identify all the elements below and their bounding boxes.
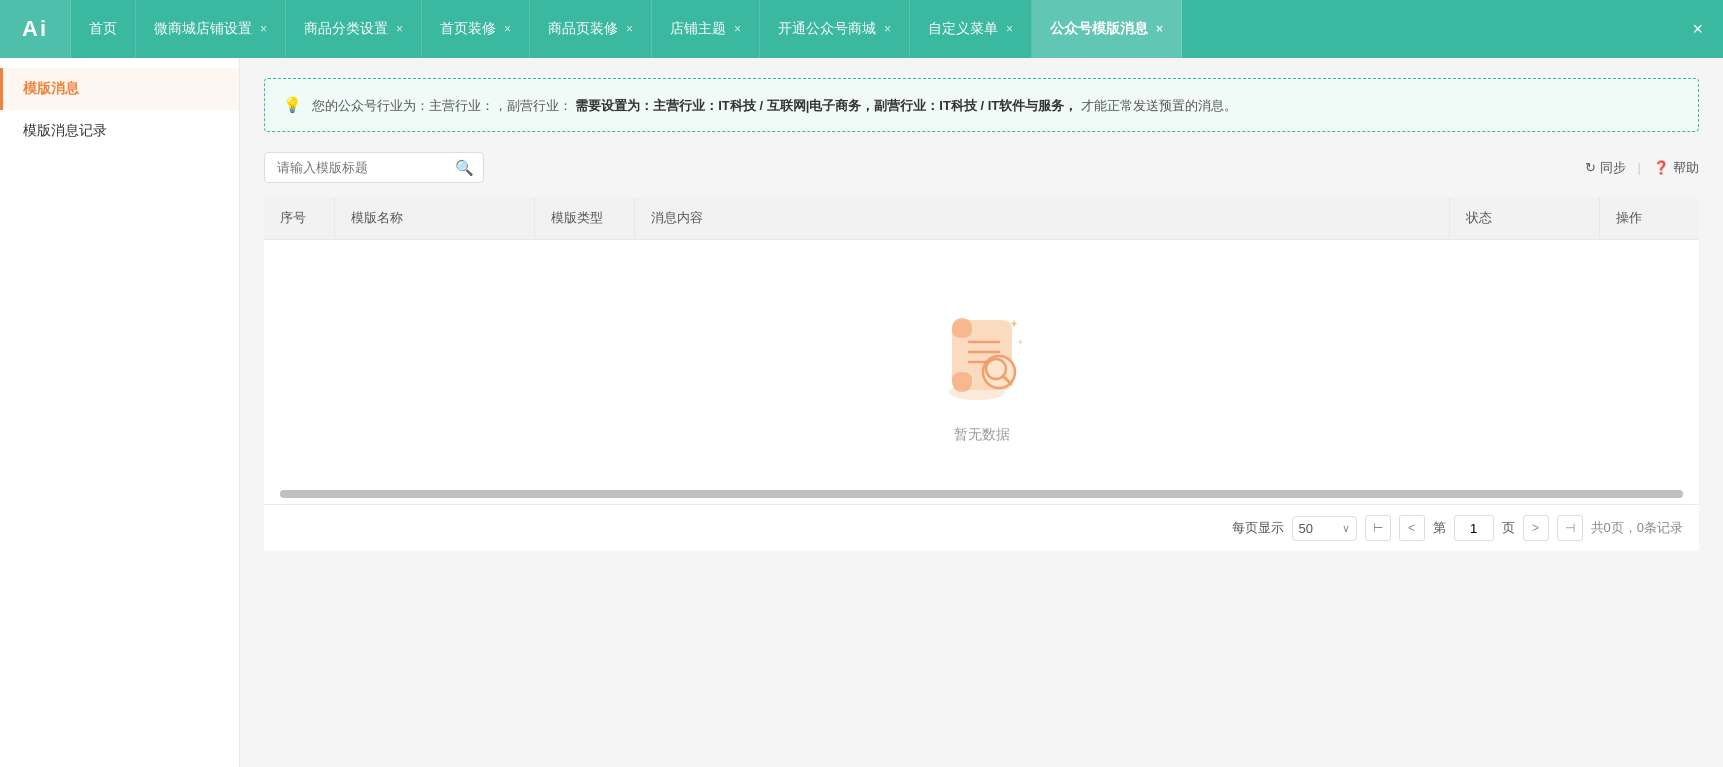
nav-item-product-decoration[interactable]: 商品页装修 × [530, 0, 652, 58]
notice-suffix: 才能正常发送预置的消息。 [1081, 98, 1237, 113]
close-icon[interactable]: × [1156, 22, 1163, 36]
help-button[interactable]: ❓ 帮助 [1653, 159, 1699, 177]
last-page-button[interactable]: ⊣ [1557, 515, 1583, 541]
page-label-post: 页 [1502, 519, 1515, 537]
scrollbar-thumb[interactable] [280, 490, 1683, 498]
search-bar-left: 🔍 [264, 152, 484, 183]
close-icon[interactable]: × [396, 22, 403, 36]
nav-item-store-settings[interactable]: 微商城店铺设置 × [136, 0, 286, 58]
table-header-row: 序号 模版名称 模版类型 消息内容 状态 操作 [264, 197, 1699, 240]
chevron-down-icon: ∨ [1342, 522, 1350, 535]
notice-box: 💡 您的公众号行业为：主营行业：，副营行业： 需要设置为：主营行业：IT科技 /… [264, 78, 1699, 132]
close-icon[interactable]: × [1006, 22, 1013, 36]
page-size-value: 50 [1299, 521, 1313, 536]
notice-highlight: 需要设置为：主营行业：IT科技 / 互联网|电子商务，副营行业：IT科技 / I… [575, 98, 1077, 113]
close-icon[interactable]: × [884, 22, 891, 36]
page-size-select[interactable]: 50 ∨ [1292, 516, 1357, 541]
close-all-button[interactable]: × [1672, 19, 1723, 40]
search-bar: 🔍 ↻ 同步 | ❓ 帮助 [264, 152, 1699, 183]
close-icon[interactable]: × [260, 22, 267, 36]
nav-item-open-mall[interactable]: 开通公众号商城 × [760, 0, 910, 58]
main-layout: 模版消息 模版消息记录 💡 您的公众号行业为：主营行业：，副营行业： 需要设置为… [0, 58, 1723, 767]
search-input-wrapper: 🔍 [264, 152, 484, 183]
col-header-type: 模版类型 [534, 197, 634, 240]
col-header-status: 状态 [1449, 197, 1599, 240]
pagination: 每页显示 50 ∨ ⊢ < 第 页 > ⊣ 共0页，0条记录 [264, 504, 1699, 551]
col-header-content: 消息内容 [634, 197, 1449, 240]
search-icon[interactable]: 🔍 [455, 159, 474, 177]
nav-item-template-msg[interactable]: 公众号模版消息 × [1032, 0, 1182, 58]
empty-state: ✦ ✦ 暂无数据 [264, 240, 1699, 484]
search-input[interactable] [264, 152, 484, 183]
page-number-input[interactable] [1454, 515, 1494, 541]
close-icon[interactable]: × [504, 22, 511, 36]
sync-icon: ↻ [1585, 160, 1596, 175]
divider: | [1638, 160, 1641, 175]
table-wrapper: 序号 模版名称 模版类型 消息内容 状态 操作 [264, 197, 1699, 551]
search-bar-right: ↻ 同步 | ❓ 帮助 [1585, 159, 1699, 177]
next-page-button[interactable]: > [1523, 515, 1549, 541]
empty-text: 暂无数据 [954, 426, 1010, 444]
sidebar-item-template-msg-record[interactable]: 模版消息记录 [0, 110, 239, 152]
close-icon[interactable]: × [626, 22, 633, 36]
nav-item-custom-menu[interactable]: 自定义菜单 × [910, 0, 1032, 58]
col-header-action: 操作 [1599, 197, 1699, 240]
nav-item-store-theme[interactable]: 店铺主题 × [652, 0, 760, 58]
nav-item-category-settings[interactable]: 商品分类设置 × [286, 0, 422, 58]
data-table: 序号 模版名称 模版类型 消息内容 状态 操作 [264, 197, 1699, 484]
empty-illustration: ✦ ✦ [927, 300, 1037, 410]
nav-item-home[interactable]: 首页 [71, 0, 136, 58]
help-label: 帮助 [1673, 159, 1699, 177]
sidebar-item-template-msg[interactable]: 模版消息 [0, 68, 239, 110]
top-navigation: Ai 首页 微商城店铺设置 × 商品分类设置 × 首页装修 × 商品页装修 × … [0, 0, 1723, 58]
close-icon[interactable]: × [734, 22, 741, 36]
svg-text:✦: ✦ [1009, 317, 1019, 331]
content-area: 💡 您的公众号行业为：主营行业：，副营行业： 需要设置为：主营行业：IT科技 /… [240, 58, 1723, 767]
prev-page-button[interactable]: < [1399, 515, 1425, 541]
sync-label: 同步 [1600, 159, 1626, 177]
empty-state-row: ✦ ✦ 暂无数据 [264, 240, 1699, 485]
page-label-pre: 第 [1433, 519, 1446, 537]
col-header-name: 模版名称 [334, 197, 534, 240]
sync-button[interactable]: ↻ 同步 [1585, 159, 1626, 177]
notice-icon: 💡 [283, 96, 302, 113]
page-size-label: 每页显示 [1232, 519, 1284, 537]
app-logo: Ai [0, 0, 71, 58]
sidebar: 模版消息 模版消息记录 [0, 58, 240, 767]
total-info: 共0页，0条记录 [1591, 519, 1683, 537]
scrollbar-track[interactable] [280, 490, 1683, 498]
first-page-button[interactable]: ⊢ [1365, 515, 1391, 541]
nav-item-homepage-decoration[interactable]: 首页装修 × [422, 0, 530, 58]
scrollbar-row [264, 484, 1699, 504]
svg-text:✦: ✦ [1017, 338, 1024, 347]
help-icon: ❓ [1653, 160, 1669, 175]
col-header-seq: 序号 [264, 197, 334, 240]
notice-prefix: 您的公众号行业为：主营行业：，副营行业： [312, 98, 572, 113]
